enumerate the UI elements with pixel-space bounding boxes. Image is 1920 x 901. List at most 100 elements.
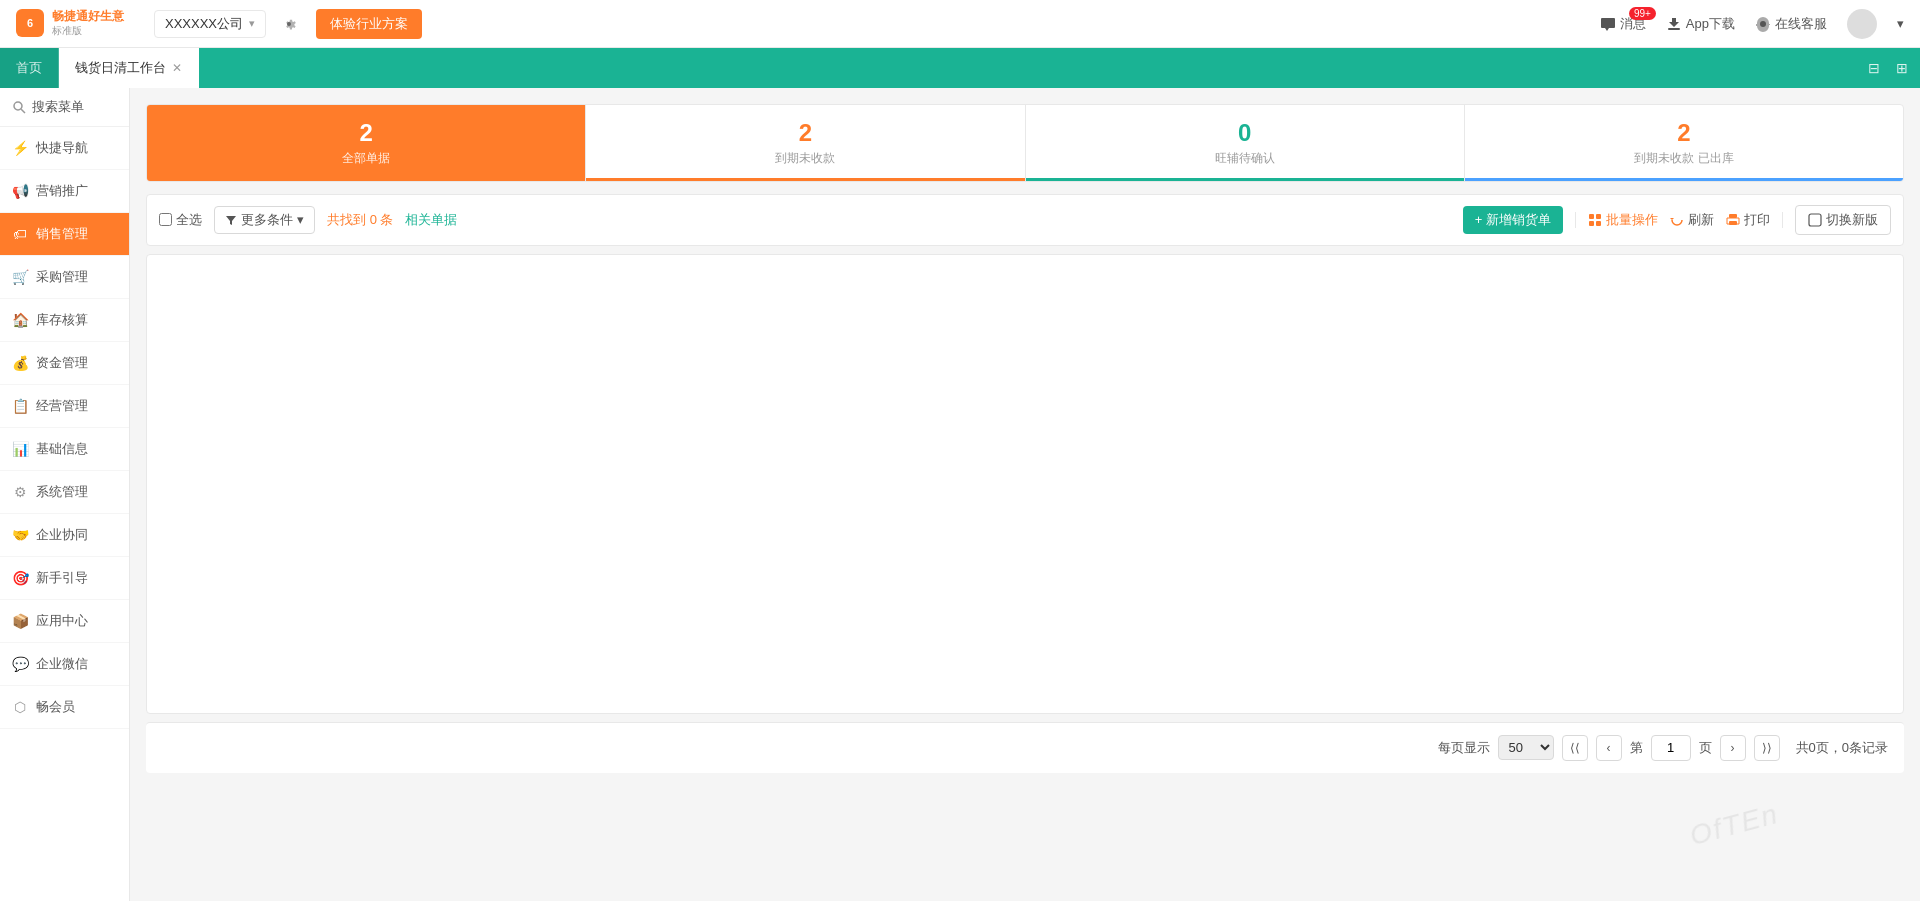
sidebar: 搜索菜单 ⚡ 快捷导航 📢 营销推广 🏷 销售管理 🛒 采购管理 🏠 库存核算 … [0, 88, 130, 901]
sidebar-item-inventory[interactable]: 🏠 库存核算 [0, 299, 129, 342]
wechat-icon: 💬 [12, 656, 28, 672]
total-records-info: 共0页，0条记录 [1796, 739, 1888, 757]
logo-subtitle: 标准版 [52, 24, 124, 38]
sidebar-item-finance[interactable]: 💰 资金管理 [0, 342, 129, 385]
all-count: 2 [167, 119, 565, 148]
overdue-label: 到期未收款 [606, 150, 1004, 167]
experience-button[interactable]: 体验行业方案 [316, 9, 422, 39]
select-all-checkbox[interactable]: 全选 [159, 211, 202, 229]
tab-home[interactable]: 首页 [0, 48, 59, 88]
settings-button[interactable] [274, 9, 304, 39]
svg-rect-10 [1729, 214, 1737, 218]
status-cards: 2 全部单据 2 到期未收款 0 旺辅待确认 2 到期未收款 已出库 [146, 104, 1904, 182]
prev-page-button[interactable]: ‹ [1596, 735, 1622, 761]
select-all-input[interactable] [159, 213, 172, 226]
svg-rect-6 [1589, 214, 1594, 219]
batch-label: 批量操作 [1606, 211, 1658, 229]
page-info-prefix: 第 [1630, 739, 1643, 757]
refresh-button[interactable]: 刷新 [1670, 211, 1714, 229]
marketing-icon: 📢 [12, 183, 28, 199]
tab-close-icon[interactable]: ✕ [172, 61, 182, 75]
found-prefix: 共找到 [327, 212, 366, 227]
enterprise-icon: 🤝 [12, 527, 28, 543]
batch-operation-button[interactable]: 批量操作 [1588, 211, 1658, 229]
svg-rect-11 [1729, 221, 1737, 225]
system-icon: ⚙ [12, 484, 28, 500]
member-icon: ⬡ [12, 699, 28, 715]
app-download-button[interactable]: App下载 [1666, 15, 1735, 33]
home-tab-label: 首页 [16, 59, 42, 77]
filter-button[interactable]: 更多条件 ▾ [214, 206, 315, 234]
svg-rect-12 [1809, 214, 1821, 226]
sidebar-item-operations[interactable]: 📋 经营管理 [0, 385, 129, 428]
toolbar-divider-1 [1575, 212, 1576, 228]
tab-bar: 首页 钱货日清工作台 ✕ ⊟ ⊞ [0, 48, 1920, 88]
page-number-input[interactable]: 1 [1651, 735, 1691, 761]
company-name: XXXXXX公司 [165, 15, 243, 33]
sidebar-label-app-center: 应用中心 [36, 612, 88, 630]
logo-title: 畅捷通好生意 [52, 9, 124, 23]
tab-minimize-button[interactable]: ⊟ [1864, 56, 1884, 80]
per-page-select[interactable]: 50 100 200 [1498, 735, 1554, 760]
filter-label: 更多条件 [241, 211, 293, 229]
user-avatar[interactable] [1847, 9, 1877, 39]
sidebar-label-inventory: 库存核算 [36, 311, 88, 329]
sidebar-label-basic-info: 基础信息 [36, 440, 88, 458]
company-selector[interactable]: XXXXXX公司 ▾ [154, 10, 266, 38]
sidebar-item-wechat[interactable]: 💬 企业微信 [0, 643, 129, 686]
pending-label: 旺辅待确认 [1046, 150, 1444, 167]
pending-count: 0 [1046, 119, 1444, 148]
switch-version-button[interactable]: 切换新版 [1795, 205, 1891, 235]
last-page-button[interactable]: ⟩⟩ [1754, 735, 1780, 761]
overdue-count: 2 [606, 119, 1004, 148]
next-page-button[interactable]: › [1720, 735, 1746, 761]
finance-icon: 💰 [12, 355, 28, 371]
header-right: 消息 99+ App下载 在线客服 ▾ [1600, 9, 1904, 39]
toolbar-left: 全选 更多条件 ▾ 共找到 0 条 相关单据 [159, 206, 457, 234]
related-records-link[interactable]: 相关单据 [405, 211, 457, 229]
sidebar-item-sales[interactable]: 🏷 销售管理 [0, 213, 129, 256]
per-page-label: 每页显示 [1438, 739, 1490, 757]
tab-workbench[interactable]: 钱货日清工作台 ✕ [59, 48, 199, 88]
all-label: 全部单据 [167, 150, 565, 167]
first-page-button[interactable]: ⟨⟨ [1562, 735, 1588, 761]
status-card-pending[interactable]: 0 旺辅待确认 [1026, 105, 1465, 181]
sidebar-item-basic-info[interactable]: 📊 基础信息 [0, 428, 129, 471]
sidebar-item-quick-nav[interactable]: ⚡ 快捷导航 [0, 127, 129, 170]
svg-rect-8 [1589, 221, 1594, 226]
svg-line-5 [21, 109, 25, 113]
status-card-all[interactable]: 2 全部单据 [147, 105, 586, 181]
sidebar-item-enterprise[interactable]: 🤝 企业协同 [0, 514, 129, 557]
sidebar-item-system[interactable]: ⚙ 系统管理 [0, 471, 129, 514]
logo-area: 6 畅捷通好生意 标准版 [16, 9, 146, 37]
message-button[interactable]: 消息 99+ [1600, 15, 1646, 33]
svg-point-3 [1760, 21, 1766, 27]
sidebar-search[interactable]: 搜索菜单 [0, 88, 129, 127]
status-card-overdue[interactable]: 2 到期未收款 [586, 105, 1025, 181]
sidebar-item-member[interactable]: ⬡ 畅会员 [0, 686, 129, 729]
user-name[interactable]: ▾ [1897, 16, 1904, 31]
online-service-button[interactable]: 在线客服 [1755, 15, 1827, 33]
chevron-down-icon: ▾ [249, 17, 255, 30]
sidebar-label-operations: 经营管理 [36, 397, 88, 415]
sidebar-item-purchase[interactable]: 🛒 采购管理 [0, 256, 129, 299]
sidebar-item-marketing[interactable]: 📢 营销推广 [0, 170, 129, 213]
sidebar-item-app-center[interactable]: 📦 应用中心 [0, 600, 129, 643]
shipped-indicator [1465, 178, 1903, 181]
print-button[interactable]: 打印 [1726, 211, 1770, 229]
tab-maximize-button[interactable]: ⊞ [1892, 56, 1912, 80]
found-unit: 条 [380, 212, 393, 227]
svg-point-4 [14, 102, 22, 110]
toolbar-right: + 新增销货单 批量操作 刷新 打印 切换新版 [1463, 205, 1891, 235]
select-all-label: 全选 [176, 211, 202, 229]
svg-rect-9 [1596, 221, 1601, 226]
sidebar-label-wechat: 企业微信 [36, 655, 88, 673]
main-content: 2 全部单据 2 到期未收款 0 旺辅待确认 2 到期未收款 已出库 全选 [130, 88, 1920, 901]
shipped-count: 2 [1485, 119, 1883, 148]
status-card-shipped[interactable]: 2 到期未收款 已出库 [1465, 105, 1903, 181]
new-sales-order-button[interactable]: + 新增销货单 [1463, 206, 1563, 234]
sidebar-item-guide[interactable]: 🎯 新手引导 [0, 557, 129, 600]
print-label: 打印 [1744, 211, 1770, 229]
found-text: 共找到 0 条 [327, 211, 393, 229]
sidebar-label-guide: 新手引导 [36, 569, 88, 587]
